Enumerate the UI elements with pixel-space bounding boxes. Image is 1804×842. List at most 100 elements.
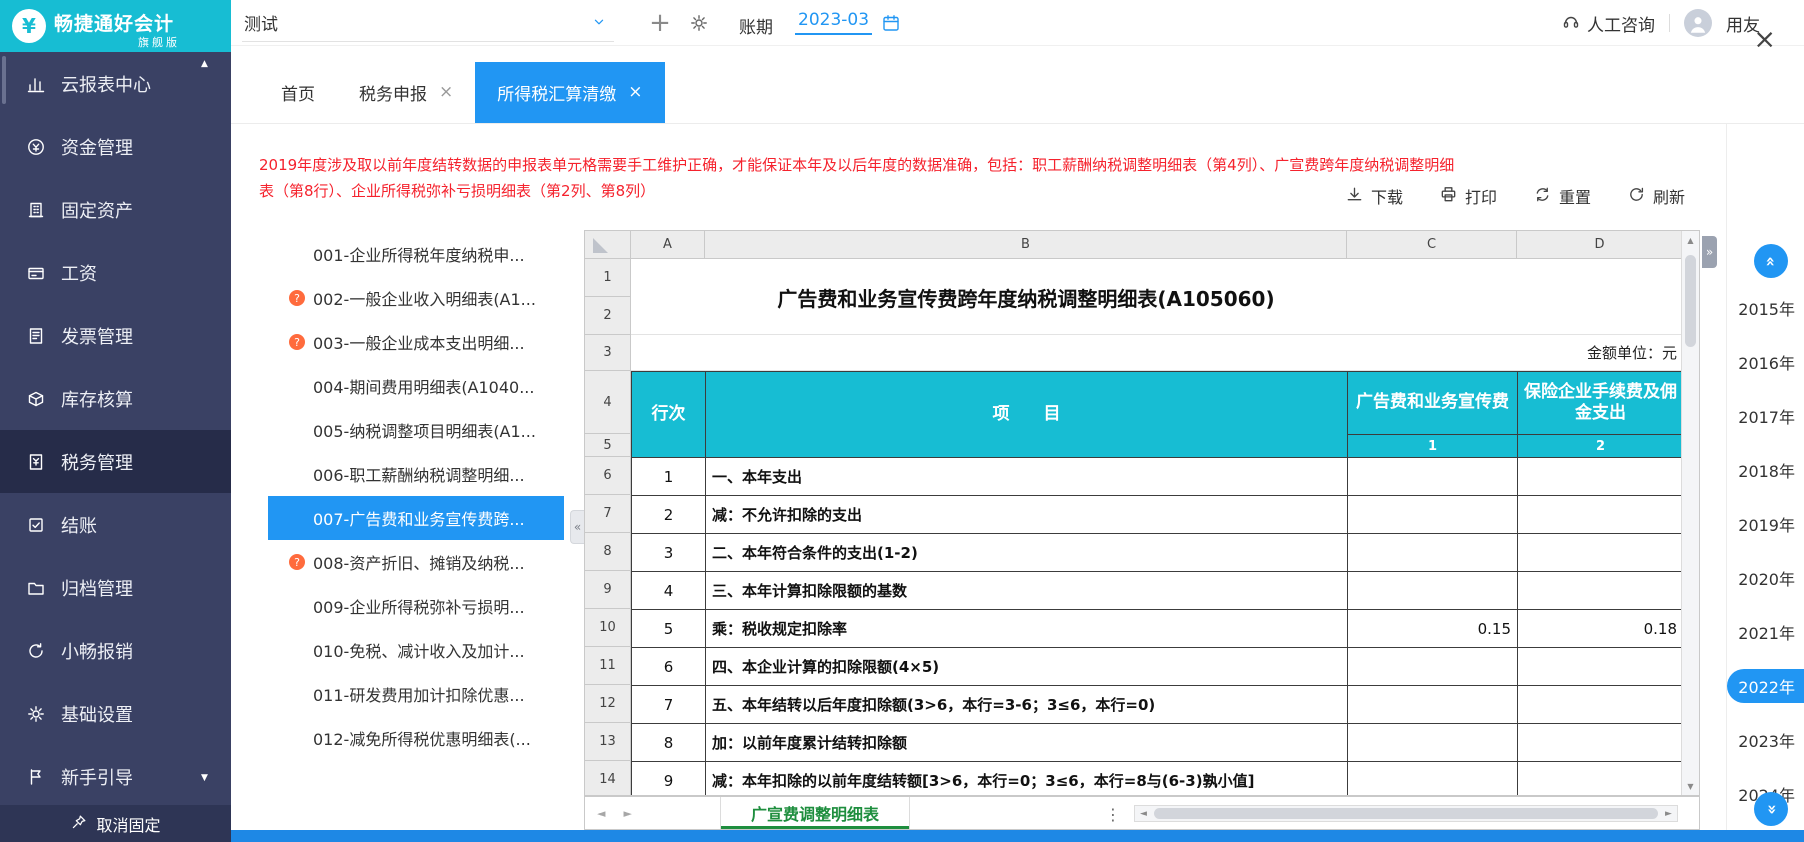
report-item-002[interactable]: ? 002-一般企业收入明细表(A1... [268,276,564,320]
year-2022[interactable]: 2022年 [1727,669,1804,703]
cell-line[interactable]: 4 [631,571,706,610]
vertical-scrollbar[interactable]: ▲ ▼ [1681,231,1699,795]
column-header-c[interactable]: C [1347,231,1517,259]
cell-value[interactable] [1517,685,1683,724]
tab-income-tax-settlement[interactable]: 所得税汇算清缴 × [475,62,665,123]
scroll-up-icon[interactable]: ▲ [1682,231,1699,249]
add-account-set-button[interactable]: + [643,4,677,42]
cell-value[interactable] [1517,571,1683,610]
cell-item[interactable]: 一、本年支出 [705,457,1348,496]
report-item-011[interactable]: 011-研发费用加计扣除优惠... [268,672,564,716]
sheet-tab-active[interactable]: 广宣费调整明细表 [720,797,911,829]
sidebar-item-archive[interactable]: 归档管理 [0,556,231,619]
account-set-select[interactable]: 测试 [242,4,614,42]
sidebar-item-settlement[interactable]: 结账 [0,493,231,556]
cell-line[interactable]: 2 [631,495,706,534]
row-header[interactable]: 2 [585,297,631,335]
cell-line[interactable]: 9 [631,761,706,795]
report-item-012[interactable]: 012-减免所得税优惠明细表(... [268,716,564,760]
row-header[interactable]: 11 [585,647,631,685]
tab-home[interactable]: 首页 [259,62,337,123]
cell-line[interactable]: 8 [631,723,706,762]
help-icon[interactable]: ? [289,334,305,350]
year-2017[interactable]: 2017年 [1727,389,1804,443]
sidebar-item-fixed-assets[interactable]: 固定资产 [0,178,231,241]
refresh-button[interactable]: 刷新 [1627,184,1685,208]
scroll-left-icon[interactable]: ◄ [1135,809,1152,819]
cell-item[interactable]: 减：不允许扣除的支出 [705,495,1348,534]
vertical-scrollbar-thumb[interactable] [1685,255,1696,347]
cell-item[interactable]: 五、本年结转以后年度扣除额(3>6，本行=3-6；3≤6，本行=0) [705,685,1348,724]
sidebar-item-settings[interactable]: 基础设置 [0,682,231,745]
cell-value[interactable] [1347,647,1518,686]
cell-value[interactable]: 0.18 [1517,609,1683,648]
sidebar-item-funds[interactable]: 资金管理 [0,115,231,178]
scroll-down-icon[interactable]: ▼ [1682,777,1699,795]
row-header[interactable]: 8 [585,533,631,571]
report-item-001[interactable]: 001-企业所得税年度纳税申... [268,232,564,276]
download-button[interactable]: 下载 [1345,184,1403,208]
report-item-004[interactable]: 004-期间费用明细表(A1040... [268,364,564,408]
sidebar-item-tax[interactable]: 税务管理 [0,430,231,493]
scroll-right-icon[interactable]: ► [1660,809,1677,819]
cell-value[interactable] [1517,533,1683,572]
print-button[interactable]: 打印 [1439,184,1497,208]
cell-value[interactable] [1347,533,1518,572]
cell-value[interactable] [1517,647,1683,686]
column-header-a[interactable]: A [631,231,705,259]
help-icon[interactable]: ? [289,554,305,570]
report-item-010[interactable]: 010-免税、减计收入及加计... [268,628,564,672]
sidebar-item-invoice[interactable]: 发票管理 [0,304,231,367]
header-sub-2[interactable]: 2 [1517,434,1683,458]
unpin-sidebar-button[interactable]: 取消固定 [0,805,231,842]
cell-value[interactable] [1347,457,1518,496]
sidebar-item-reimburse[interactable]: 小畅报销 [0,619,231,682]
sheet-next-icon[interactable]: ► [623,807,631,820]
cell-item[interactable]: 减：本年扣除的以前年度结转额[3>6，本行=0；3≤6，本行=8与(6-3)孰小… [705,761,1348,795]
sidebar-item-payroll[interactable]: 工资 [0,241,231,304]
report-item-003[interactable]: ? 003-一般企业成本支出明细... [268,320,564,364]
cell-item[interactable]: 二、本年符合条件的支出(1-2) [705,533,1348,572]
header-sub-1[interactable]: 1 [1347,434,1518,458]
calendar-icon[interactable] [881,13,901,33]
settings-gear-icon[interactable] [689,13,709,33]
column-header-b[interactable]: B [705,231,1347,259]
years-scroll-up-button[interactable]: « [1754,244,1788,278]
sidebar-item-guide[interactable]: 新手引导 [0,745,231,805]
cell-item[interactable]: 四、本企业计算的扣除限额(4×5) [705,647,1348,686]
help-icon[interactable]: ? [289,290,305,306]
year-2019[interactable]: 2019年 [1727,497,1804,551]
more-options-icon[interactable]: ⋮ [1105,805,1121,824]
cell-line[interactable]: 3 [631,533,706,572]
year-2020[interactable]: 2020年 [1727,551,1804,605]
close-tab-icon[interactable]: × [628,84,642,101]
cell-value[interactable]: 0.15 [1347,609,1518,648]
row-header[interactable]: 7 [585,495,631,533]
year-2016[interactable]: 2016年 [1727,335,1804,389]
column-header-d[interactable]: D [1517,231,1683,259]
user-avatar[interactable] [1684,9,1712,37]
report-item-005[interactable]: 005-纳税调整项目明细表(A1... [268,408,564,452]
sidebar-scroll-down-icon[interactable]: ▼ [201,774,208,783]
row-header[interactable]: 14 [585,761,631,795]
cell-value[interactable] [1347,723,1518,762]
years-scroll-down-button[interactable]: « [1754,792,1788,826]
cell-value[interactable] [1517,457,1683,496]
collapse-list-handle[interactable]: « [570,510,584,544]
row-header[interactable]: 12 [585,685,631,723]
year-2015[interactable]: 2015年 [1727,281,1804,335]
cell-item[interactable]: 乘：税收规定扣除率 [705,609,1348,648]
cell-value[interactable] [1347,495,1518,534]
horizontal-scrollbar[interactable]: ◄ ► [1134,805,1678,822]
row-header[interactable]: 5 [585,434,631,457]
sidebar-item-inventory[interactable]: 库存核算 [0,367,231,430]
cell-line[interactable]: 7 [631,685,706,724]
header-line-no[interactable]: 行次 [631,371,706,458]
cell-line[interactable]: 6 [631,647,706,686]
header-ad-expense[interactable]: 广告费和业务宣传费 [1347,371,1518,435]
cell-item[interactable]: 加：以前年度累计结转扣除额 [705,723,1348,762]
expand-panel-handle[interactable]: » [1702,236,1717,268]
report-item-007[interactable]: 007-广告费和业务宣传费跨... [268,496,564,540]
row-header[interactable]: 13 [585,723,631,761]
row-header[interactable]: 10 [585,609,631,647]
